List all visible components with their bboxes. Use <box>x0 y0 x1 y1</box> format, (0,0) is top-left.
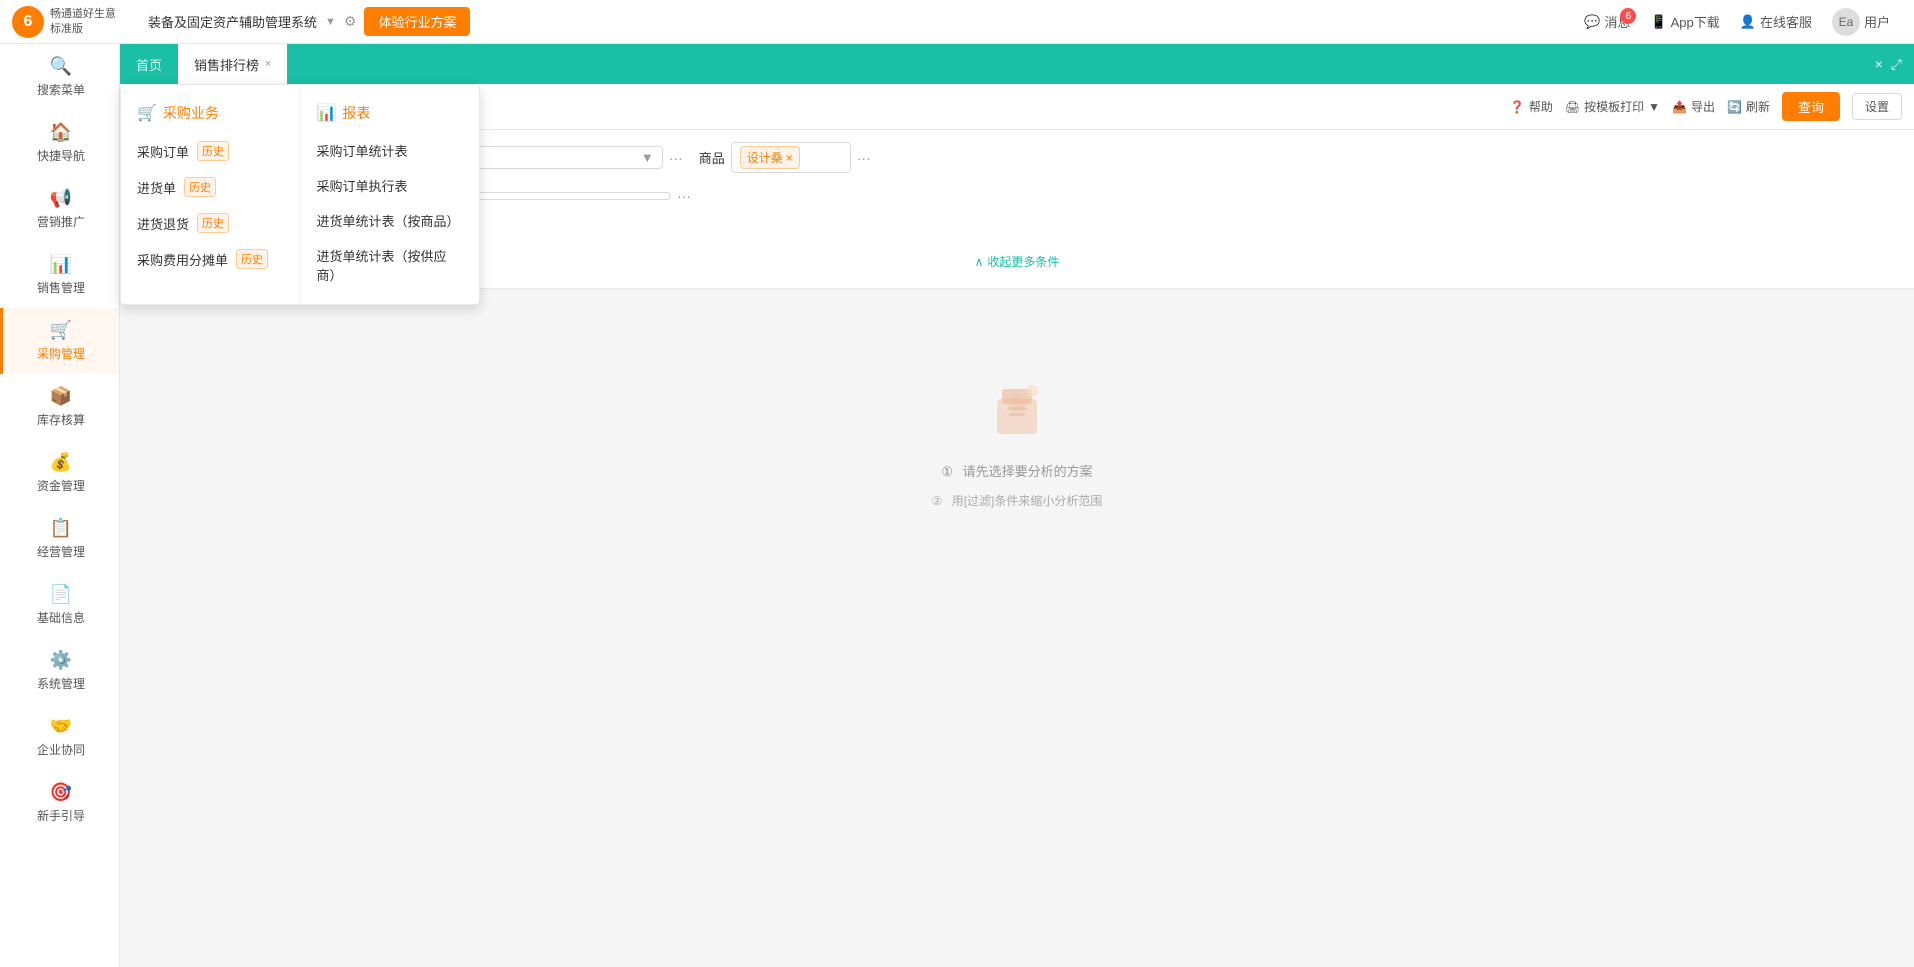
user-label: 用户 <box>1864 12 1890 31</box>
procurement-col: 🛒 采购业务 采购订单 历史 进货单 历史 进货退货 历史 采购费用分摊单 历史 <box>121 85 301 304</box>
dropdown-item-order-exec[interactable]: 采购订单执行表 <box>301 168 480 203</box>
sidebar-item-inventory[interactable]: 📦 库存核算 <box>0 374 119 440</box>
finance-icon: 💰 <box>50 452 72 473</box>
sidebar-item-management[interactable]: 📋 经营管理 <box>0 506 119 572</box>
sidebar-item-finance[interactable]: 💰 资金管理 <box>0 440 119 506</box>
tab-sales-rank[interactable]: 销售排行榜 × <box>178 44 287 84</box>
report-col-header-icon: 📊 <box>317 103 337 123</box>
history-badge-0: 历史 <box>197 141 229 161</box>
history-badge-3: 历史 <box>236 249 268 269</box>
procurement-col-header: 🛒 采购业务 <box>121 97 300 133</box>
sidebar-item-nav[interactable]: 🏠 快捷导航 <box>0 110 119 176</box>
app-download-label: App下载 <box>1671 12 1720 31</box>
sidebar-item-label: 采购管理 <box>37 345 85 362</box>
sidebar-item-label: 快捷导航 <box>37 147 85 164</box>
sidebar-item-label: 经营管理 <box>37 543 85 560</box>
online-service-btn[interactable]: 👤 在线客服 <box>1740 12 1812 31</box>
tabbar-close-all: × ⤢ <box>1863 56 1914 73</box>
system-settings-icon[interactable]: ⚙ <box>344 13 357 30</box>
tab-sales-rank-label: 销售排行榜 <box>194 55 259 74</box>
user-btn[interactable]: Ea 用户 <box>1832 8 1890 36</box>
procurement-col-header-icon: 🛒 <box>137 103 157 123</box>
message-btn[interactable]: 💬 消息 6 <box>1584 12 1630 31</box>
sidebar-item-label: 新手引导 <box>37 807 85 824</box>
sidebar-item-system[interactable]: ⚙️ 系统管理 <box>0 638 119 704</box>
management-icon: 📋 <box>50 518 72 539</box>
sidebar-item-purchase[interactable]: 🛒 采购管理 <box>0 308 119 374</box>
phone-icon: 📱 <box>1650 14 1666 30</box>
guide-icon: 🎯 <box>50 782 72 803</box>
report-col: 📊 报表 采购订单统计表 采购订单执行表 进货单统计表（按商品） 进货单统计表（… <box>301 85 480 304</box>
purchase-icon: 🛒 <box>50 320 72 341</box>
sidebar-item-label: 基础信息 <box>37 609 85 626</box>
sidebar-item-label: 搜索菜单 <box>37 81 85 98</box>
sidebar-item-label: 销售管理 <box>37 279 85 296</box>
close-all-icon[interactable]: × <box>1875 56 1883 72</box>
sidebar-item-search[interactable]: 🔍 搜索菜单 <box>0 44 119 110</box>
dropdown-item-incoming[interactable]: 进货单 历史 <box>121 169 300 205</box>
sidebar-item-marketing[interactable]: 📢 营销推广 <box>0 176 119 242</box>
sidebar-item-label: 营销推广 <box>37 213 85 230</box>
report-col-header: 📊 报表 <box>301 97 480 133</box>
search-icon: 🔍 <box>50 56 72 77</box>
tabbar: 首页 销售排行榜 × × ⤢ <box>120 44 1914 84</box>
system-info: 装备及固定资产辅助管理系统 ▼ ⚙ 体验行业方案 <box>148 7 1584 36</box>
topbar: 6 畅通道好生意 标准版 装备及固定资产辅助管理系统 ▼ ⚙ 体验行业方案 💬 … <box>0 0 1914 44</box>
tab-home[interactable]: 首页 <box>120 44 178 84</box>
home-icon: 🏠 <box>50 122 72 143</box>
system-icon: ⚙️ <box>50 650 72 671</box>
service-icon: 👤 <box>1740 14 1756 30</box>
sidebar-item-basic[interactable]: 📄 基础信息 <box>0 572 119 638</box>
logo-text: 畅通道好生意 标准版 <box>50 7 116 36</box>
message-badge: 6 <box>1620 8 1636 24</box>
system-name: 装备及固定资产辅助管理系统 <box>148 12 317 31</box>
avatar: Ea <box>1832 8 1860 36</box>
sidebar-item-collaboration[interactable]: 🤝 企业协同 <box>0 704 119 770</box>
marketing-icon: 📢 <box>50 188 72 209</box>
dropdown-item-incoming-stats-goods[interactable]: 进货单统计表（按商品） <box>301 203 480 238</box>
logo: 6 畅通道好生意 标准版 <box>12 6 132 38</box>
logo-icon: 6 <box>12 6 44 38</box>
system-dropdown-arrow[interactable]: ▼ <box>325 16 336 28</box>
sidebar-item-guide[interactable]: 🎯 新手引导 <box>0 770 119 836</box>
dropdown-overlay: 🛒 采购业务 采购订单 历史 进货单 历史 进货退货 历史 采购费用分摊单 历史 <box>120 84 1914 967</box>
online-service-label: 在线客服 <box>1760 12 1812 31</box>
dropdown-item-incoming-stats-supplier[interactable]: 进货单统计表（按供应商） <box>301 238 480 292</box>
app-download-btn[interactable]: 📱 App下载 <box>1650 12 1719 31</box>
dropdown-item-order-stats[interactable]: 采购订单统计表 <box>301 133 480 168</box>
dropdown-item-purchase-order[interactable]: 采购订单 历史 <box>121 133 300 169</box>
topbar-right: 💬 消息 6 📱 App下载 👤 在线客服 Ea 用户 <box>1584 8 1890 36</box>
tab-home-label: 首页 <box>136 55 162 74</box>
message-icon: 💬 <box>1584 14 1600 30</box>
procurement-dropdown: 🛒 采购业务 采购订单 历史 进货单 历史 进货退货 历史 采购费用分摊单 历史 <box>120 84 480 305</box>
sales-icon: 📊 <box>50 254 72 275</box>
basic-icon: 📄 <box>50 584 72 605</box>
dropdown-item-expense[interactable]: 采购费用分摊单 历史 <box>121 241 300 277</box>
sidebar-item-label: 库存核算 <box>37 411 85 428</box>
sidebar-item-label: 系统管理 <box>37 675 85 692</box>
tab-close-icon[interactable]: × <box>265 58 271 70</box>
sidebar-item-label: 企业协同 <box>37 741 85 758</box>
trial-button[interactable]: 体验行业方案 <box>364 7 470 36</box>
history-badge-1: 历史 <box>184 177 216 197</box>
collab-icon: 🤝 <box>50 716 72 737</box>
sidebar-item-sales[interactable]: 📊 销售管理 <box>0 242 119 308</box>
sidebar-item-label: 资金管理 <box>37 477 85 494</box>
inventory-icon: 📦 <box>50 386 72 407</box>
maximize-icon[interactable]: ⤢ <box>1891 56 1902 73</box>
history-badge-2: 历史 <box>197 213 229 233</box>
dropdown-item-return[interactable]: 进货退货 历史 <box>121 205 300 241</box>
sidebar: 🔍 搜索菜单 🏠 快捷导航 📢 营销推广 📊 销售管理 🛒 采购管理 📦 库存核… <box>0 44 120 967</box>
